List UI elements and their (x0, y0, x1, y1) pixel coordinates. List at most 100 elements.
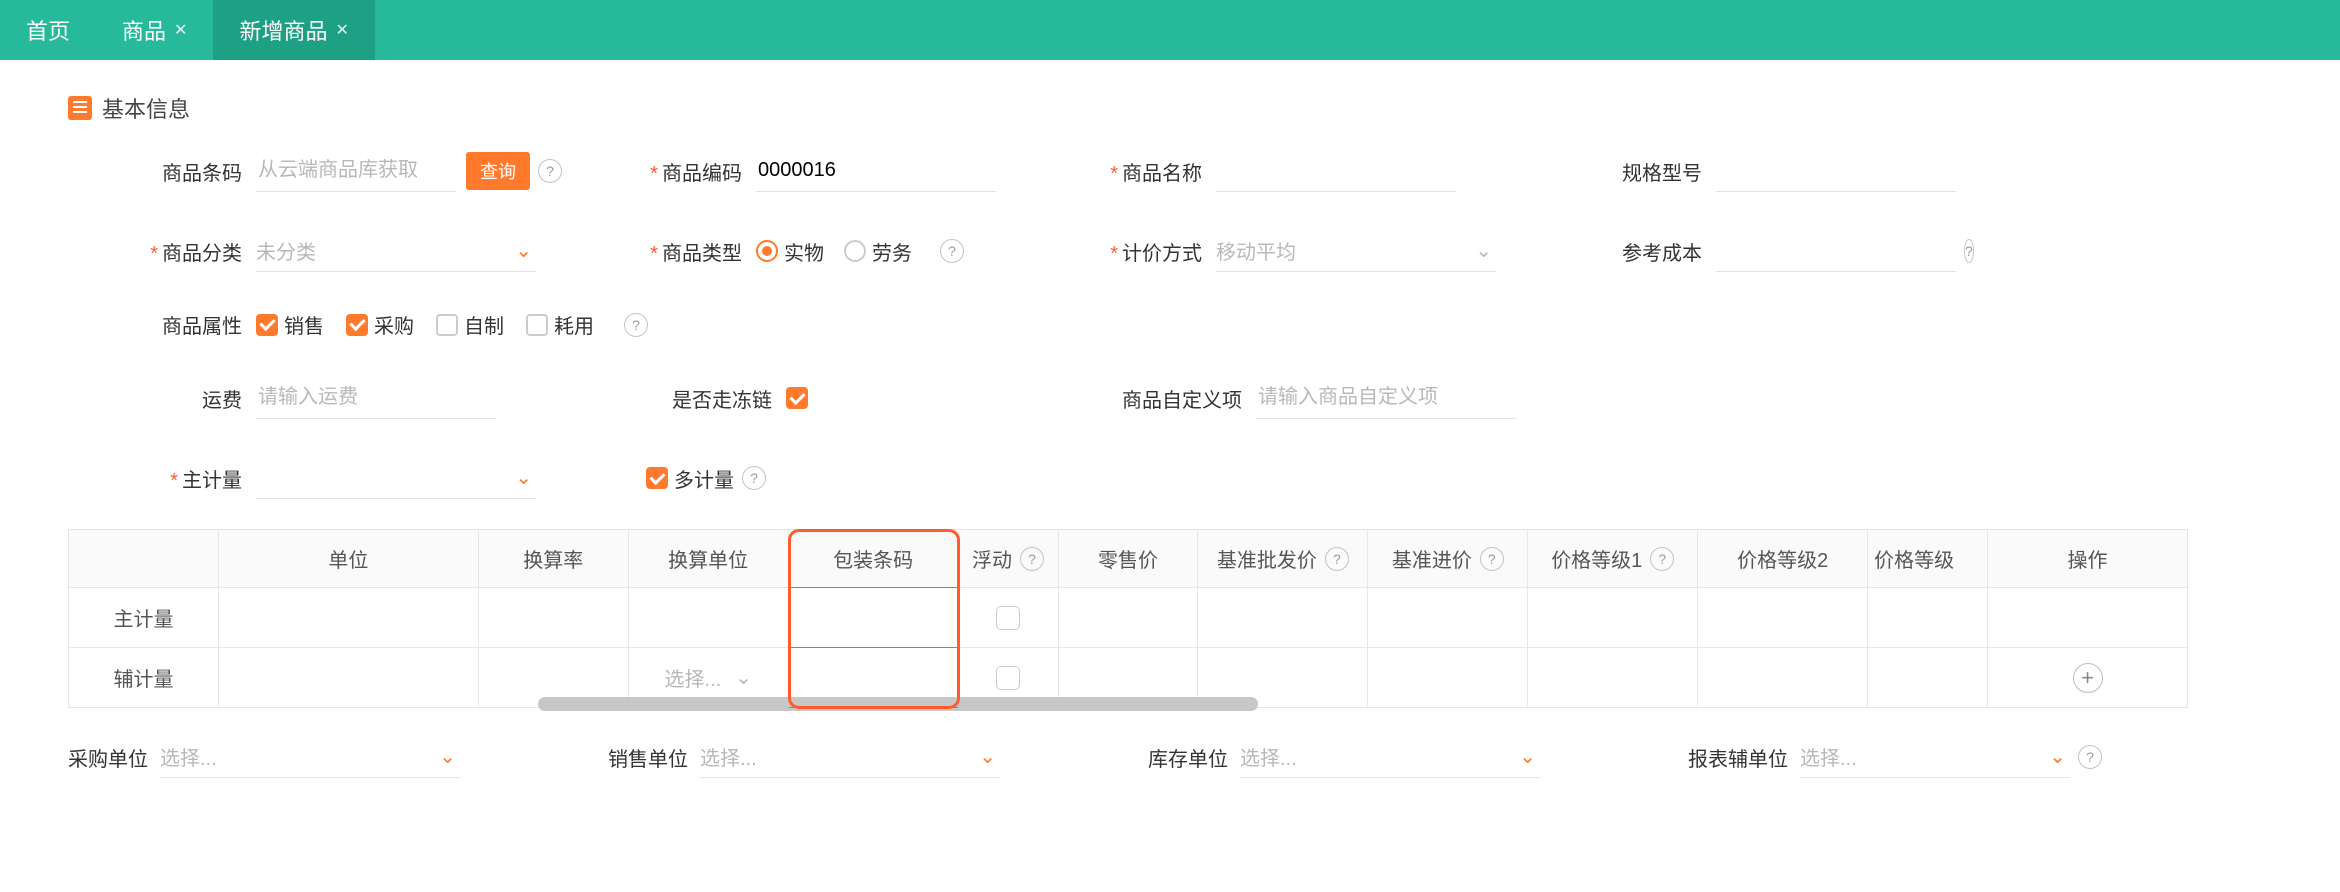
purchase-unit-select[interactable]: 选择... ⌄ (160, 736, 460, 778)
cb-purchase-label: 采购 (374, 310, 414, 339)
tab-products[interactable]: 商品 ✕ (96, 0, 213, 60)
td-main-label: 主计量 (69, 588, 218, 648)
label-sale-unit: 销售单位 (608, 743, 700, 772)
tab-home[interactable]: 首页 (0, 0, 96, 60)
td-cell[interactable] (219, 648, 478, 708)
sale-unit-select[interactable]: 选择... ⌄ (700, 736, 1000, 778)
cb-sale[interactable]: 销售 (256, 310, 324, 339)
chevron-down-icon: ⌄ (1519, 744, 1536, 769)
help-icon[interactable]: ? (940, 239, 964, 263)
close-icon[interactable]: ✕ (174, 20, 187, 40)
help-icon[interactable]: ? (1964, 239, 1974, 263)
td-cell[interactable] (1059, 588, 1198, 648)
pricing-select[interactable]: 移动平均 ⌄ (1216, 230, 1496, 272)
section-header: 基本信息 (68, 80, 2300, 150)
th-retail: 零售价 (1059, 530, 1198, 588)
checkbox-icon (256, 314, 278, 336)
cold-chain-checkbox[interactable] (786, 387, 808, 409)
td-cell[interactable] (1698, 588, 1867, 648)
label-shipping: 运费 (126, 384, 256, 413)
chevron-down-icon: ⌄ (2049, 744, 2066, 769)
th-empty (69, 530, 218, 588)
col-pack-barcode: 包装条码 (789, 530, 959, 708)
select-placeholder: 选择... (700, 742, 757, 771)
barcode-input[interactable] (256, 150, 456, 192)
td-cell[interactable] (1868, 648, 1987, 708)
help-icon[interactable]: ? (624, 313, 648, 337)
field-custom: 商品自定义项 (1086, 377, 1586, 419)
close-icon[interactable]: ✕ (335, 20, 348, 40)
name-input[interactable] (1216, 150, 1456, 192)
label-category: 商品分类 (126, 237, 256, 266)
form-row-2: 商品分类 未分类 ⌄ 商品类型 实物 劳务 ? 计价方式 (126, 230, 2300, 272)
rate-unit-select[interactable]: 选择... ⌄ (635, 657, 782, 699)
cb-selfmade[interactable]: 自制 (436, 310, 504, 339)
col-ops: 操作 + (1988, 530, 2188, 708)
td-float-main[interactable] (959, 588, 1058, 648)
td-cell[interactable] (1368, 588, 1527, 648)
col-lvl2: 价格等级2 (1698, 530, 1868, 708)
help-icon[interactable]: ? (1480, 547, 1504, 571)
label-spec: 规格型号 (1586, 157, 1716, 186)
col-base-wholesale: 基准批发价 ? (1198, 530, 1368, 708)
label-name: 商品名称 (1086, 157, 1216, 186)
label-cold-chain: 是否走冻链 (626, 384, 786, 413)
unit-table: 主计量 辅计量 单位 换算率 换算单位 选择... ⌄ (68, 529, 2300, 708)
td-cell[interactable] (789, 648, 958, 708)
td-cell[interactable] (1368, 648, 1527, 708)
td-cell[interactable] (479, 588, 628, 648)
ref-cost-input[interactable] (1716, 230, 1956, 272)
tab-add-product[interactable]: 新增商品 ✕ (213, 0, 374, 60)
tab-add-product-label: 新增商品 (239, 14, 327, 46)
category-select[interactable]: 未分类 ⌄ (256, 230, 536, 272)
th-bw-label: 基准批发价 (1217, 544, 1317, 573)
radio-icon (844, 240, 866, 262)
shipping-input[interactable] (256, 377, 496, 419)
td-cell[interactable] (219, 588, 478, 648)
th-rate-unit: 换算单位 (629, 530, 788, 588)
radio-service[interactable]: 劳务 (844, 237, 912, 266)
form-row-3: 商品属性 销售 采购 自制 耗用 ? (126, 310, 2300, 339)
custom-input[interactable] (1256, 377, 1516, 419)
add-row-button[interactable]: + (2073, 663, 2103, 693)
td-cell[interactable] (629, 588, 788, 648)
field-spec: 规格型号 (1586, 150, 1966, 192)
help-icon[interactable]: ? (742, 466, 766, 490)
td-cell[interactable] (1198, 588, 1367, 648)
th-unit: 单位 (219, 530, 478, 588)
help-icon[interactable]: ? (2078, 745, 2102, 769)
label-multi-unit: 多计量 (674, 464, 734, 493)
field-sale-unit: 销售单位 选择... ⌄ (608, 736, 1148, 778)
main-unit-select[interactable]: ⌄ (256, 457, 536, 499)
td-cell[interactable] (1868, 588, 1987, 648)
radio-physical[interactable]: 实物 (756, 237, 824, 266)
field-name: 商品名称 (1086, 150, 1586, 192)
th-lvl-more: 价格等级 (1868, 530, 1987, 588)
label-type: 商品类型 (626, 237, 756, 266)
code-input[interactable] (756, 150, 996, 192)
col-rate-unit: 换算单位 选择... ⌄ (629, 530, 789, 708)
checkbox-icon (436, 314, 458, 336)
help-icon[interactable]: ? (538, 159, 562, 183)
cb-purchase[interactable]: 采购 (346, 310, 414, 339)
label-pricing: 计价方式 (1086, 237, 1216, 266)
multi-unit-checkbox[interactable] (646, 467, 668, 489)
td-cell[interactable] (789, 588, 958, 648)
report-aux-unit-select[interactable]: 选择... ⌄ (1800, 736, 2070, 778)
field-ref-cost: 参考成本 ? (1586, 230, 1966, 272)
cb-consume[interactable]: 耗用 (526, 310, 594, 339)
td-cell[interactable] (1698, 648, 1867, 708)
td-cell[interactable] (1528, 648, 1697, 708)
query-button[interactable]: 查询 (466, 152, 530, 190)
field-stock-unit: 库存单位 选择... ⌄ (1148, 736, 1688, 778)
td-cell[interactable] (1528, 588, 1697, 648)
select-placeholder: 选择... (1240, 742, 1297, 771)
help-icon[interactable]: ? (1325, 547, 1349, 571)
help-icon[interactable]: ? (1020, 547, 1044, 571)
section-title: 基本信息 (102, 92, 190, 124)
td-cell (1988, 588, 2187, 648)
help-icon[interactable]: ? (1650, 547, 1674, 571)
spec-input[interactable] (1716, 150, 1956, 192)
stock-unit-select[interactable]: 选择... ⌄ (1240, 736, 1540, 778)
label-ref-cost: 参考成本 (1586, 237, 1716, 266)
